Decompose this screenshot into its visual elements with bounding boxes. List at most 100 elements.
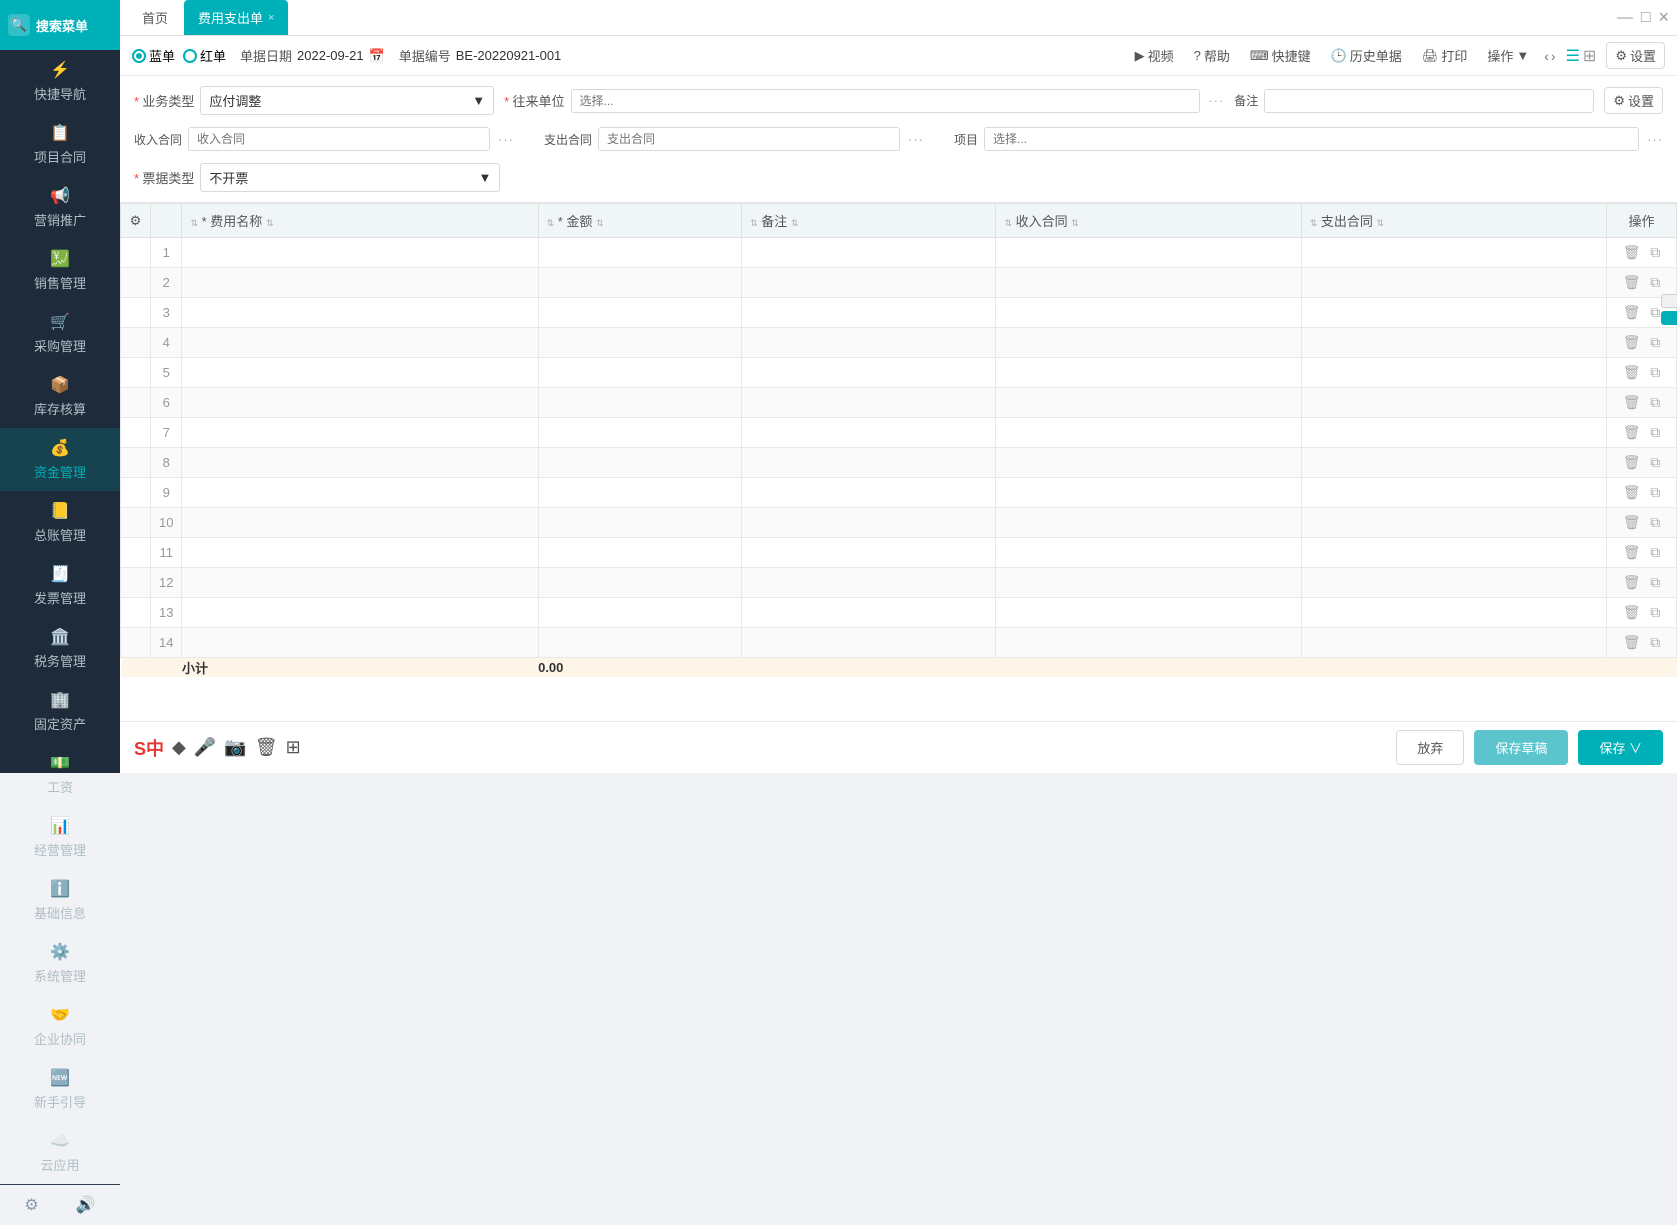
cell-note-6[interactable] (742, 388, 996, 418)
red-bill-radio[interactable]: 红单 (183, 46, 226, 65)
discard-button[interactable]: 放弃 (1396, 730, 1464, 765)
cell-income-7[interactable] (996, 418, 1301, 448)
cell-income-13[interactable] (996, 598, 1301, 628)
window-close[interactable]: × (1658, 7, 1669, 28)
cell-income-12[interactable] (996, 568, 1301, 598)
cell-expense-10[interactable] (1301, 508, 1606, 538)
row-delete-icon-7[interactable]: 🗑 (1623, 424, 1641, 440)
cell-income-5[interactable] (996, 358, 1301, 388)
cell-amount-10[interactable] (538, 508, 742, 538)
income-contract-input[interactable] (188, 127, 490, 151)
row-copy-icon-14[interactable]: ⧉ (1650, 634, 1660, 650)
brand-grid-icon[interactable]: ⊞ (286, 737, 301, 758)
cell-note-9[interactable] (742, 478, 996, 508)
save-draft-button[interactable]: 保存草稿 (1474, 730, 1568, 765)
cell-income-1[interactable] (996, 238, 1301, 268)
row-copy-icon-8[interactable]: ⧉ (1650, 454, 1660, 470)
cell-income-9[interactable] (996, 478, 1301, 508)
cell-note-4[interactable] (742, 328, 996, 358)
income-contract-more[interactable]: ··· (498, 132, 514, 147)
cell-name-8[interactable] (182, 448, 538, 478)
sidebar-item-capital[interactable]: 💰资金管理 (0, 428, 120, 491)
row-copy-icon-11[interactable]: ⧉ (1650, 544, 1660, 560)
cell-note-3[interactable] (742, 298, 996, 328)
cell-income-4[interactable] (996, 328, 1301, 358)
tab-expense-close[interactable]: × (268, 12, 274, 24)
window-maximize[interactable]: □ (1641, 9, 1651, 27)
right-edge-tab-1[interactable] (1661, 294, 1677, 308)
th-amount-sort2[interactable]: ⇅ (596, 218, 604, 228)
cell-name-10[interactable] (182, 508, 538, 538)
cell-income-11[interactable] (996, 538, 1301, 568)
th-amount[interactable]: ⇅ * 金额 ⇅ (538, 204, 742, 238)
brand-trash-icon[interactable]: 🗑 (255, 737, 278, 758)
cell-note-11[interactable] (742, 538, 996, 568)
cell-name-5[interactable] (182, 358, 538, 388)
settings-button[interactable]: ⚙ 设置 (1606, 42, 1665, 69)
expense-contract-more[interactable]: ··· (908, 132, 924, 147)
row-delete-icon-6[interactable]: 🗑 (1623, 394, 1641, 410)
cell-expense-8[interactable] (1301, 448, 1606, 478)
cell-amount-5[interactable] (538, 358, 742, 388)
cell-income-8[interactable] (996, 448, 1301, 478)
th-expense-sort2[interactable]: ⇅ (1377, 218, 1385, 228)
date-value[interactable]: 2022-09-21 (297, 48, 364, 63)
tab-home[interactable]: 首页 (128, 0, 182, 35)
cell-name-13[interactable] (182, 598, 538, 628)
sidebar-item-inventory[interactable]: 📦库存核算 (0, 365, 120, 428)
table-gear-icon[interactable]: ⚙ (130, 213, 142, 228)
row-copy-icon-5[interactable]: ⧉ (1650, 364, 1660, 380)
prev-arrow[interactable]: ‹ (1544, 48, 1549, 64)
sidebar-item-payroll[interactable]: 💵工资 (0, 743, 120, 806)
sidebar-item-sales[interactable]: 💹销售管理 (0, 239, 120, 302)
cell-amount-9[interactable] (538, 478, 742, 508)
cell-amount-4[interactable] (538, 328, 742, 358)
sidebar-item-tax[interactable]: 🏛️税务管理 (0, 617, 120, 680)
cell-expense-14[interactable] (1301, 628, 1606, 658)
row-delete-icon-1[interactable]: 🗑 (1623, 244, 1641, 260)
cell-amount-8[interactable] (538, 448, 742, 478)
brand-s-icon[interactable]: S中 (134, 735, 164, 761)
cell-amount-1[interactable] (538, 238, 742, 268)
cell-name-1[interactable] (182, 238, 538, 268)
sidebar-search[interactable]: 🔍 搜索菜单 (0, 0, 120, 50)
cell-note-5[interactable] (742, 358, 996, 388)
cell-note-10[interactable] (742, 508, 996, 538)
row-delete-icon-5[interactable]: 🗑 (1623, 364, 1641, 380)
cell-name-3[interactable] (182, 298, 538, 328)
cell-name-12[interactable] (182, 568, 538, 598)
payee-more-btn[interactable]: ··· (1208, 93, 1224, 108)
row-delete-icon-11[interactable]: 🗑 (1623, 544, 1641, 560)
print-btn[interactable]: 🖨 打印 (1417, 44, 1473, 67)
form-settings-btn[interactable]: ⚙ 设置 (1604, 87, 1663, 114)
cell-amount-3[interactable] (538, 298, 742, 328)
row-copy-icon-9[interactable]: ⧉ (1650, 484, 1660, 500)
row-delete-icon-8[interactable]: 🗑 (1623, 454, 1641, 470)
help-btn[interactable]: ? 帮助 (1189, 44, 1235, 67)
cell-expense-6[interactable] (1301, 388, 1606, 418)
cell-expense-1[interactable] (1301, 238, 1606, 268)
sidebar-item-basic-info[interactable]: ℹ️基础信息 (0, 869, 120, 932)
note-input[interactable] (1264, 89, 1594, 113)
window-minimize[interactable]: — (1617, 9, 1633, 27)
row-delete-icon-2[interactable]: 🗑 (1623, 274, 1641, 290)
cell-name-14[interactable] (182, 628, 538, 658)
cell-note-12[interactable] (742, 568, 996, 598)
action-btn[interactable]: 操作 ▼ (1482, 44, 1534, 67)
cell-amount-7[interactable] (538, 418, 742, 448)
right-edge-tab-2[interactable] (1661, 311, 1677, 325)
brand-mic-icon[interactable]: 🎤 (194, 737, 216, 758)
sidebar-item-ledger[interactable]: 📒总账管理 (0, 491, 120, 554)
cell-note-1[interactable] (742, 238, 996, 268)
settings-icon[interactable]: ⚙ (24, 1195, 38, 1215)
invoice-type-select[interactable]: 不开票 ▼ (200, 163, 500, 192)
sidebar-item-operations[interactable]: 📊经营管理 (0, 806, 120, 869)
cell-amount-13[interactable] (538, 598, 742, 628)
cell-expense-2[interactable] (1301, 268, 1606, 298)
th-name-sort[interactable]: ⇅ (266, 218, 274, 228)
video-btn[interactable]: ▶ 视频 (1130, 44, 1179, 67)
cell-expense-9[interactable] (1301, 478, 1606, 508)
sidebar-item-project-contract[interactable]: 📋项目合同 (0, 113, 120, 176)
cell-name-11[interactable] (182, 538, 538, 568)
sidebar-item-collab[interactable]: 🤝企业协同 (0, 995, 120, 1058)
